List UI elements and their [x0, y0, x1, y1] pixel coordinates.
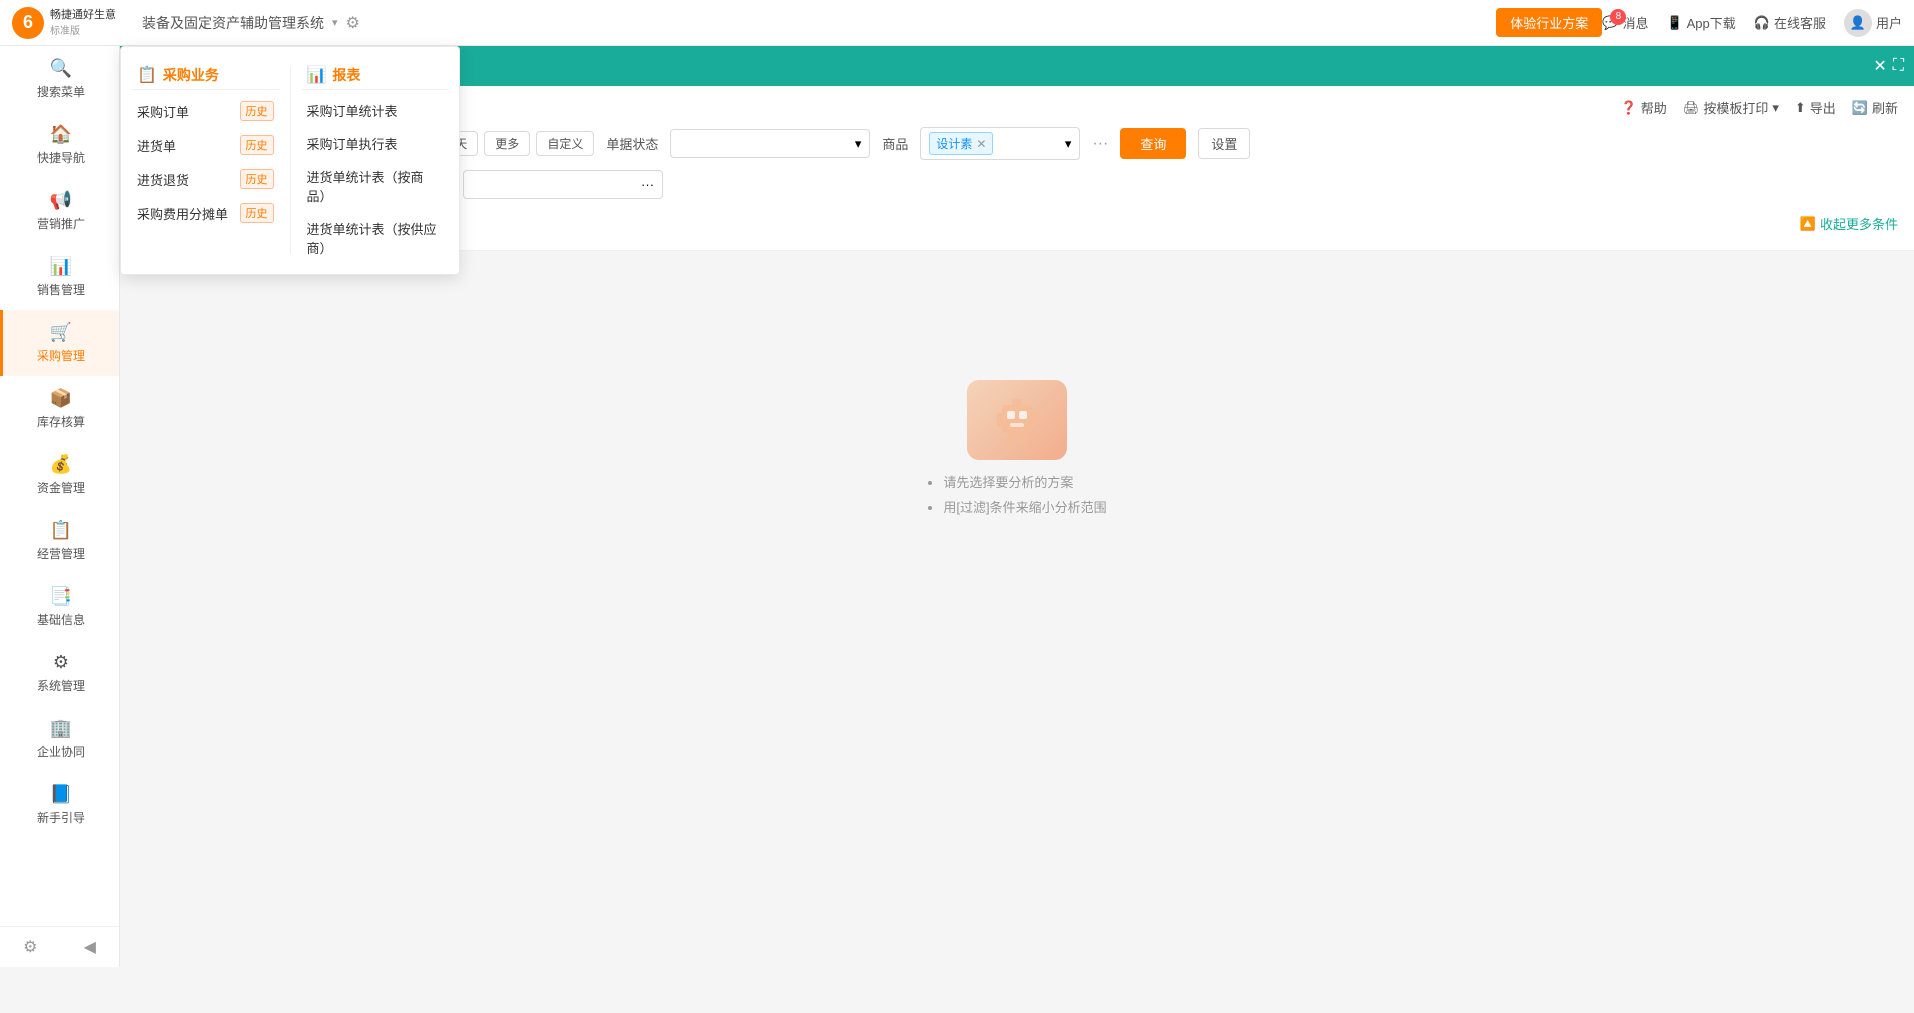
menu-item-receipt-stats-supplier[interactable]: 进货单统计表（按供应商） — [301, 212, 450, 264]
sidebar-item-basic[interactable]: 📑 基础信息 — [0, 574, 119, 640]
online-service-item[interactable]: 🎧 在线客服 — [1754, 13, 1826, 32]
sidebar-item-marketing[interactable]: 📢 营销推广 — [0, 178, 119, 244]
staff-select[interactable]: ··· — [463, 170, 663, 199]
title-settings-icon[interactable]: ⚙ — [346, 13, 360, 33]
tab-expand-icon[interactable]: ⛶ — [1893, 57, 1904, 75]
sidebar-item-sales[interactable]: 📊 销售管理 — [0, 244, 119, 310]
operations-icon: 📋 — [50, 520, 72, 541]
app-download-item[interactable]: 📱 App下载 — [1666, 13, 1735, 32]
menu-item-purchase-receipt[interactable]: 进货单 历史 — [131, 128, 280, 162]
status-select-arrow: ▾ — [855, 136, 862, 152]
guide-icon: 📘 — [50, 784, 72, 805]
history-badge-2: 历史 — [240, 169, 274, 189]
report-col-title: 📊 报表 — [301, 57, 450, 90]
tab-close-window-icon[interactable]: ✕ — [1873, 56, 1886, 76]
system-title-area: 装备及固定资产辅助管理系统 ▾ ⚙ — [132, 13, 1488, 33]
purchase-dropdown-menu: 📋 采购业务 采购订单 历史 进货单 历史 进货退货 历史 采购费用分摊单 历史 — [120, 46, 460, 275]
refresh-icon: 🔄 — [1852, 100, 1868, 116]
report-col: 📊 报表 采购订单统计表 采购订单执行表 进货单统计表（按商品） 进货单统计表（… — [291, 57, 460, 264]
menu-item-receipt-stats-product[interactable]: 进货单统计表（按商品） — [301, 160, 450, 212]
sidebar-item-finance[interactable]: 💰 资金管理 — [0, 442, 119, 508]
system-icon: ⚙ — [53, 652, 69, 673]
print-icon: 🖨 — [1683, 100, 1700, 116]
print-btn[interactable]: 🖨 按模板打印 ▾ — [1683, 98, 1779, 117]
empty-robot-icon — [967, 380, 1067, 460]
product-select[interactable]: 设计素 ✕ ▾ — [920, 127, 1080, 160]
purchase-icon: 🛒 — [50, 322, 72, 343]
basic-icon: 📑 — [50, 586, 72, 607]
quick-custom-btn[interactable]: 自定义 — [536, 131, 594, 156]
export-icon: ⬆ — [1795, 100, 1806, 116]
sidebar-settings-btn[interactable]: ⚙ — [23, 937, 37, 957]
help-btn[interactable]: ❓ 帮助 — [1621, 98, 1667, 117]
export-btn[interactable]: ⬆ 导出 — [1795, 98, 1836, 117]
sidebar-bottom: ⚙ ◀ — [0, 926, 119, 967]
user-avatar: 👤 — [1844, 9, 1872, 37]
menu-item-purchase-order[interactable]: 采购订单 历史 — [131, 94, 280, 128]
sidebar-item-quicknav[interactable]: 🏠 快捷导航 — [0, 112, 119, 178]
sidebar-collapse-btn[interactable]: ◀ — [84, 937, 96, 957]
product-more-btn[interactable]: ··· — [1092, 135, 1108, 153]
header-right: 💬 8 消息 📱 App下载 🎧 在线客服 👤 用户 — [1602, 9, 1902, 37]
product-tag-close[interactable]: ✕ — [976, 137, 986, 151]
industry-btn[interactable]: 体验行业方案 — [1496, 8, 1602, 37]
empty-tips: 请先选择要分析的方案 用[过滤]条件来缩小分析范围 — [927, 472, 1106, 522]
sidebar-item-operations[interactable]: 📋 经营管理 — [0, 508, 119, 574]
menu-item-purchase-expense[interactable]: 采购费用分摊单 历史 — [131, 196, 280, 230]
product-select-arrow: ▾ — [1065, 136, 1072, 152]
help-icon: ❓ — [1621, 100, 1637, 116]
message-icon-wrap: 💬 8 — [1602, 15, 1618, 31]
phone-icon: 📱 — [1666, 15, 1682, 31]
history-badge-1: 历史 — [240, 135, 274, 155]
collapse-btn[interactable]: 🔼 收起更多条件 — [1800, 214, 1898, 233]
query-btn[interactable]: 查询 — [1120, 128, 1186, 159]
empty-state: 请先选择要分析的方案 用[过滤]条件来缩小分析范围 — [120, 251, 1914, 651]
headset-icon: 🎧 — [1754, 15, 1770, 31]
sidebar: 🔍 搜索菜单 🏠 快捷导航 📢 营销推广 📊 销售管理 🛒 采购管理 📦 库存核… — [0, 46, 120, 967]
history-badge-0: 历史 — [240, 101, 274, 121]
product-label: 商品 — [882, 134, 908, 153]
history-badge-3: 历史 — [240, 203, 274, 223]
menu-item-order-stats[interactable]: 采购订单统计表 — [301, 94, 450, 127]
inventory-icon: 📦 — [50, 388, 72, 409]
purchase-col-title: 📋 采购业务 — [131, 57, 280, 90]
dropdown-columns: 📋 采购业务 采购订单 历史 进货单 历史 进货退货 历史 采购费用分摊单 历史 — [121, 57, 459, 264]
staff-select-arrow: ··· — [641, 177, 654, 192]
sidebar-item-guide[interactable]: 📘 新手引导 — [0, 772, 119, 838]
sidebar-item-system[interactable]: ⚙ 系统管理 — [0, 640, 119, 706]
sidebar-item-search[interactable]: 🔍 搜索菜单 — [0, 46, 119, 112]
search-icon: 🔍 — [50, 58, 72, 79]
status-select[interactable]: ▾ — [670, 129, 870, 158]
title-dropdown-icon[interactable]: ▾ — [332, 16, 338, 29]
product-tag: 设计素 ✕ — [929, 132, 993, 155]
message-badge: 8 — [1610, 9, 1626, 25]
report-col-icon: 📊 — [307, 65, 327, 85]
logo-text: 畅捷通好生意 标准版 — [50, 8, 116, 37]
user-item[interactable]: 👤 用户 — [1844, 9, 1902, 37]
status-label: 单据状态 — [606, 134, 658, 153]
purchase-col-icon: 📋 — [137, 65, 157, 85]
refresh-btn[interactable]: 🔄 刷新 — [1852, 98, 1898, 117]
quick-more-btn[interactable]: 更多 — [484, 131, 530, 156]
menu-item-order-exec[interactable]: 采购订单执行表 — [301, 127, 450, 160]
menu-item-purchase-return[interactable]: 进货退货 历史 — [131, 162, 280, 196]
sales-icon: 📊 — [50, 256, 72, 277]
logo-icon: 6 — [12, 7, 44, 39]
enterprise-icon: 🏢 — [50, 718, 72, 739]
sidebar-item-purchase[interactable]: 🛒 采购管理 — [0, 310, 119, 376]
system-title-text: 装备及固定资产辅助管理系统 — [142, 13, 324, 33]
home-icon: 🏠 — [50, 124, 72, 145]
top-header: 6 畅捷通好生意 标准版 装备及固定资产辅助管理系统 ▾ ⚙ 体验行业方案 💬 … — [0, 0, 1914, 46]
marketing-icon: 📢 — [50, 190, 72, 211]
purchase-col: 📋 采购业务 采购订单 历史 进货单 历史 进货退货 历史 采购费用分摊单 历史 — [121, 57, 290, 264]
tab-bar-right: ✕ ⛶ — [1873, 56, 1914, 76]
print-dropdown-icon: ▾ — [1772, 100, 1779, 116]
sidebar-item-enterprise[interactable]: 🏢 企业协同 — [0, 706, 119, 772]
collapse-icon: 🔼 — [1800, 216, 1816, 232]
settings-btn[interactable]: 设置 — [1198, 128, 1250, 159]
finance-icon: 💰 — [50, 454, 72, 475]
logo-area: 6 畅捷通好生意 标准版 — [12, 7, 132, 39]
sidebar-item-inventory[interactable]: 📦 库存核算 — [0, 376, 119, 442]
message-item[interactable]: 💬 8 消息 — [1602, 13, 1648, 32]
